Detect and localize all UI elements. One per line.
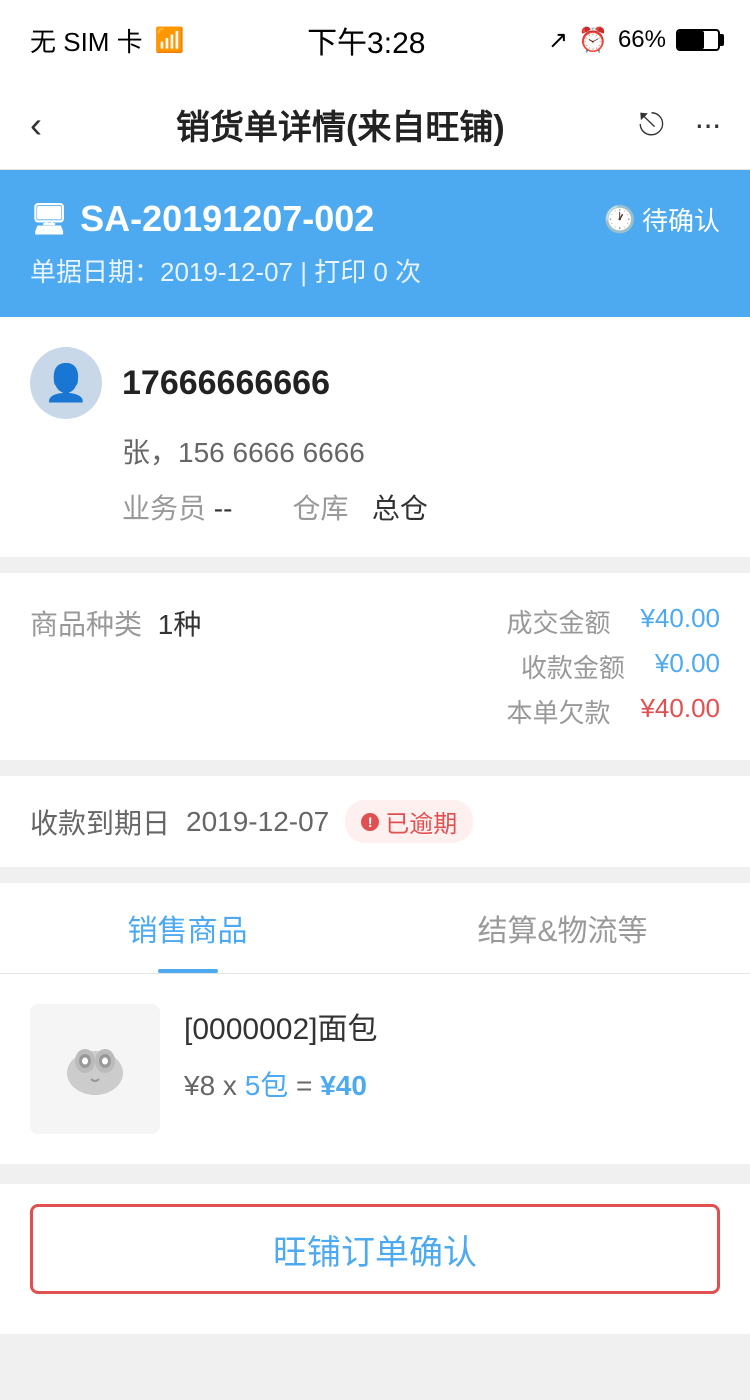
product-type-section: 商品种类 1种 bbox=[30, 603, 201, 643]
customer-card: 👤 17666666666 张，156 6666 6666 业务员 -- 仓库 … bbox=[0, 317, 750, 557]
summary-card: 商品种类 1种 成交金额 ¥40.00 收款金额 ¥0.00 本单欠款 ¥40.… bbox=[0, 573, 750, 760]
order-number-text: SA-20191207-002 bbox=[80, 198, 374, 240]
due-date-card: 收款到期日 2019-12-07 ! 已逾期 bbox=[0, 776, 750, 867]
avatar-icon: 👤 bbox=[44, 362, 89, 404]
tab-sales-label: 销售商品 bbox=[128, 906, 248, 950]
due-date-label: 收款到期日 bbox=[30, 802, 170, 842]
transaction-value: ¥40.00 bbox=[640, 603, 720, 640]
time-display: 下午3:28 bbox=[307, 18, 425, 62]
status-right: ↗ ⏰ 66% bbox=[548, 26, 720, 55]
debt-value: ¥40.00 bbox=[640, 693, 720, 730]
status-bar: 无 SIM 卡 📶 下午3:28 ↗ ⏰ 66% bbox=[0, 0, 750, 80]
battery-icon bbox=[676, 29, 720, 51]
tab-settlement[interactable]: 结算&物流等 bbox=[375, 883, 750, 973]
payment-label: 收款金额 bbox=[521, 648, 625, 685]
warehouse-section: 仓库 总仓 bbox=[292, 487, 427, 527]
nav-actions: ⎋ ··· bbox=[639, 106, 720, 144]
warehouse-label: 仓库 bbox=[292, 493, 348, 524]
payment-value: ¥0.00 bbox=[655, 648, 720, 685]
price-base: ¥8 x bbox=[184, 1070, 245, 1101]
salesperson-value: -- bbox=[214, 493, 233, 524]
summary-row: 商品种类 1种 成交金额 ¥40.00 收款金额 ¥0.00 本单欠款 ¥40.… bbox=[30, 603, 720, 730]
customer-meta: 业务员 -- 仓库 总仓 bbox=[122, 487, 720, 527]
warehouse-value: 总仓 bbox=[372, 493, 428, 524]
product-name: [0000002]面包 bbox=[184, 1004, 720, 1048]
transaction-row: 成交金额 ¥40.00 bbox=[506, 603, 720, 640]
amounts-section: 成交金额 ¥40.00 收款金额 ¥0.00 本单欠款 ¥40.00 bbox=[506, 603, 720, 730]
tab-settlement-label: 结算&物流等 bbox=[477, 906, 647, 950]
order-header-card: 🖥 SA-20191207-002 🕐 待确认 单据日期：2019-12-07 … bbox=[0, 170, 750, 317]
battery-text: 66% bbox=[618, 26, 666, 54]
carrier-label: 无 SIM 卡 bbox=[30, 22, 143, 59]
more-button[interactable]: ··· bbox=[694, 106, 720, 143]
overdue-badge: ! 已逾期 bbox=[345, 800, 473, 843]
customer-row: 👤 17666666666 bbox=[30, 347, 720, 419]
confirm-button-wrap: 旺铺订单确认 bbox=[0, 1184, 750, 1334]
debt-row: 本单欠款 ¥40.00 bbox=[506, 693, 720, 730]
transaction-label: 成交金额 bbox=[506, 603, 610, 640]
product-price: ¥8 x 5包 = ¥40 bbox=[184, 1064, 720, 1104]
product-type-label: 商品种类 bbox=[30, 609, 142, 640]
overdue-text: 已逾期 bbox=[385, 804, 457, 839]
debt-label: 本单欠款 bbox=[506, 693, 610, 730]
customer-phone: 17666666666 bbox=[122, 364, 330, 403]
due-date-value: 2019-12-07 bbox=[186, 806, 329, 838]
header-top-row: 🖥 SA-20191207-002 🕐 待确认 bbox=[30, 198, 720, 240]
price-eq: = bbox=[288, 1070, 320, 1101]
product-type-value: 1种 bbox=[158, 609, 202, 640]
product-image bbox=[30, 1004, 160, 1134]
navigation-bar: ‹ 销货单详情(来自旺铺) ⎋ ··· bbox=[0, 80, 750, 170]
customer-avatar: 👤 bbox=[30, 347, 102, 419]
page-title: 销货单详情(来自旺铺) bbox=[176, 100, 505, 149]
overdue-dot-icon: ! bbox=[361, 813, 379, 831]
confirm-order-button[interactable]: 旺铺订单确认 bbox=[30, 1204, 720, 1294]
clock-icon: 🕐 bbox=[604, 204, 636, 235]
order-status: 🕐 待确认 bbox=[604, 201, 720, 238]
salesperson-label: 业务员 bbox=[122, 493, 206, 524]
customer-name: 张，156 6666 6666 bbox=[122, 431, 720, 471]
order-number: 🖥 SA-20191207-002 bbox=[30, 198, 374, 240]
product-info: [0000002]面包 ¥8 x 5包 = ¥40 bbox=[184, 1004, 720, 1134]
product-card: [0000002]面包 ¥8 x 5包 = ¥40 bbox=[0, 974, 750, 1164]
price-total: ¥40 bbox=[320, 1070, 367, 1101]
status-left: 无 SIM 卡 📶 bbox=[30, 22, 185, 59]
location-icon: ↗ bbox=[548, 26, 568, 55]
confirm-button-label: 旺铺订单确认 bbox=[273, 1225, 477, 1274]
doc-date: 单据日期：2019-12-07 | 打印 0 次 bbox=[30, 252, 720, 289]
product-owl-icon bbox=[55, 1023, 135, 1115]
wifi-icon: 📶 bbox=[155, 26, 185, 55]
alarm-icon: ⏰ bbox=[578, 26, 608, 55]
back-button[interactable]: ‹ bbox=[30, 104, 42, 146]
share-button[interactable]: ⎋ bbox=[639, 106, 664, 144]
tabs-bar: 销售商品 结算&物流等 bbox=[0, 883, 750, 974]
payment-row: 收款金额 ¥0.00 bbox=[521, 648, 720, 685]
tab-sales-products[interactable]: 销售商品 bbox=[0, 883, 375, 973]
order-icon: 🖥 bbox=[30, 202, 68, 237]
status-text: 待确认 bbox=[642, 201, 720, 238]
price-qty: 5包 bbox=[245, 1070, 289, 1101]
salesperson-section: 业务员 -- bbox=[122, 487, 232, 527]
